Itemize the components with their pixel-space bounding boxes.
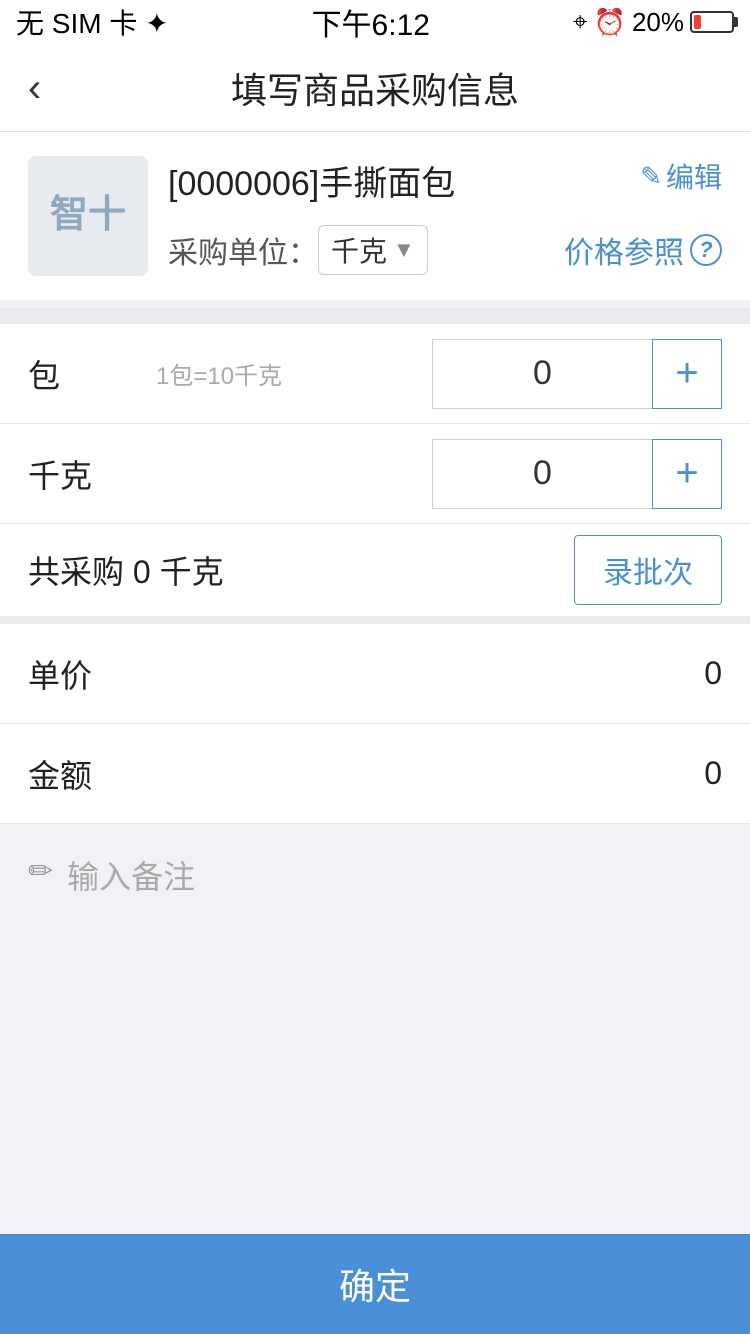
kg-label: 千克 [28, 451, 148, 497]
bag-number-input[interactable] [432, 339, 652, 409]
product-card: 智十 [0000006]手撕面包 ✎ 编辑 采购单位： 千克 ▼ 价格参照 ? [0, 132, 750, 308]
battery-icon [690, 11, 734, 33]
status-bar-left: 无 SIM 卡 ✦ [16, 2, 169, 42]
price-row: 单价 0 [0, 624, 750, 724]
unit-value: 千克 [331, 230, 387, 270]
bag-plus-button[interactable]: + [652, 339, 722, 409]
price-ref-button[interactable]: 价格参照 ? [564, 228, 722, 272]
unit-label: 采购单位： [168, 228, 318, 272]
amount-label: 金额 [28, 751, 92, 797]
summary-text: 共采购 0 千克 [28, 547, 224, 593]
amount-value: 0 [704, 755, 722, 792]
kg-number-input[interactable] [432, 439, 652, 509]
amount-row: 金额 0 [0, 724, 750, 824]
detail-section: 单价 0 金额 0 [0, 624, 750, 824]
bag-input-control: + [432, 339, 722, 409]
product-name-row: [0000006]手撕面包 ✎ 编辑 [168, 156, 722, 205]
status-bar-right: ⌖ ⏰ 20% [573, 6, 734, 38]
edit-icon: ✎ [640, 161, 662, 192]
kg-plus-button[interactable]: + [652, 439, 722, 509]
back-button[interactable]: ‹ [28, 68, 41, 108]
bag-input-row: 包 1包=10千克 + [0, 324, 750, 424]
confirm-button-label: 确定 [339, 1258, 411, 1310]
product-name: [0000006]手撕面包 [168, 156, 455, 205]
confirm-button[interactable]: 确定 [0, 1234, 750, 1334]
input-section: 包 1包=10千克 + 千克 + [0, 324, 750, 524]
price-value: 0 [704, 655, 722, 692]
battery-percent: 20% [632, 7, 684, 38]
pencil-icon: ✏ [28, 854, 53, 889]
price-ref-label: 价格参照 [564, 228, 684, 272]
edit-label: 编辑 [666, 156, 722, 196]
product-unit-row: 采购单位： 千克 ▼ 价格参照 ? [168, 225, 722, 275]
product-thumbnail: 智十 [28, 156, 148, 276]
bag-label: 包 [28, 351, 148, 397]
sim-label: 无 SIM 卡 ✦ [16, 2, 169, 42]
section-divider-1 [0, 308, 750, 324]
status-bar: 无 SIM 卡 ✦ 下午6:12 ⌖ ⏰ 20% [0, 0, 750, 44]
page-title: 填写商品采购信息 [231, 62, 519, 114]
location-icon: ⌖ [573, 6, 588, 38]
alarm-icon: ⏰ [594, 7, 626, 38]
product-info: [0000006]手撕面包 ✎ 编辑 采购单位： 千克 ▼ 价格参照 ? [168, 156, 722, 275]
status-bar-time: 下午6:12 [312, 0, 430, 44]
unit-select[interactable]: 千克 ▼ [318, 225, 428, 275]
price-ref-help-icon: ? [690, 234, 722, 266]
remark-section[interactable]: ✏ 输入备注 [0, 824, 750, 1184]
product-thumb-logo: 智十 [50, 193, 126, 239]
edit-button[interactable]: ✎ 编辑 [640, 156, 722, 196]
bag-sub-label: 1包=10千克 [156, 356, 432, 391]
price-label: 单价 [28, 651, 92, 697]
summary-row: 共采购 0 千克 录批次 [0, 524, 750, 624]
unit-select-arrow-icon: ▼ [393, 237, 415, 263]
kg-input-row: 千克 + [0, 424, 750, 524]
remark-placeholder: 输入备注 [67, 852, 195, 898]
batch-button[interactable]: 录批次 [574, 535, 722, 605]
nav-bar: ‹ 填写商品采购信息 [0, 44, 750, 132]
kg-input-control: + [432, 439, 722, 509]
